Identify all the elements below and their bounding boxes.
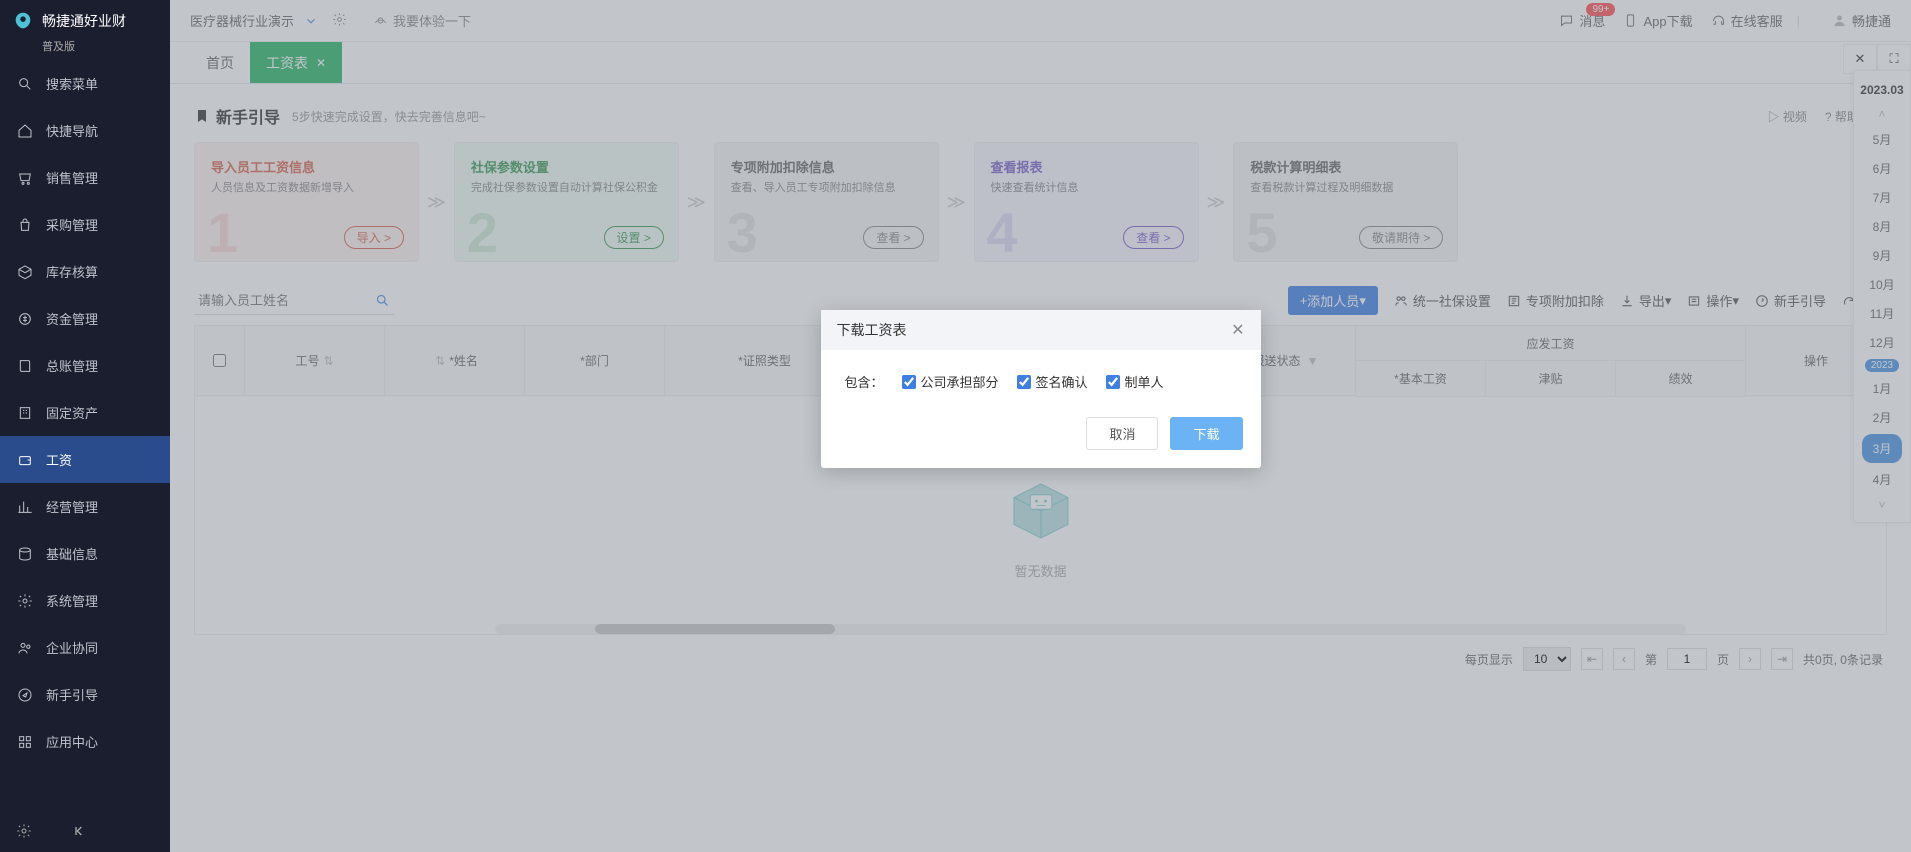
gear-icon [16,592,34,610]
chart-icon [16,498,34,516]
modal-header: 下载工资表 ✕ [821,310,1261,350]
sidebar-item-label: 基础信息 [46,544,98,563]
cancel-button[interactable]: 取消 [1086,417,1158,450]
search-icon [16,75,34,93]
sidebar-item-label: 搜索菜单 [46,74,98,93]
modal-body: 包含： 公司承担部分 签名确认 制单人 [821,350,1261,413]
grid-icon [16,733,34,751]
sidebar-item-search[interactable]: 搜索菜单 [0,60,170,107]
book-icon [16,357,34,375]
sidebar-item-label: 经营管理 [46,497,98,516]
sidebar-item-label: 总账管理 [46,356,98,375]
bag-icon [16,216,34,234]
main: 医疗器械行业演示 我要体验一下 消息 99+ App下载 在线客服 [170,0,1911,852]
sidebar-item-label: 工资 [46,450,72,469]
sidebar-item-assets[interactable]: 固定资产 [0,389,170,436]
checkbox-input[interactable] [1106,375,1120,389]
building-icon [16,404,34,422]
sidebar-item-guide[interactable]: 新手引导 [0,671,170,718]
include-label: 包含： [845,372,884,391]
coin-icon [16,310,34,328]
sidebar-item-label: 销售管理 [46,168,98,187]
brand: 畅捷通好业财 [0,0,170,42]
sidebar-item-operation[interactable]: 经营管理 [0,483,170,530]
sidebar-item-label: 库存核算 [46,262,98,281]
sidebar-item-apps[interactable]: 应用中心 [0,718,170,765]
sidebar-item-sales[interactable]: 销售管理 [0,154,170,201]
sidebar-item-label: 应用中心 [46,732,98,751]
sidebar: 畅捷通好业财 普及版 搜索菜单 快捷导航 销售管理 采购管理 库存核算 资金管理… [0,0,170,852]
users-icon [16,639,34,657]
download-button[interactable]: 下载 [1170,417,1242,450]
sidebar-item-label: 快捷导航 [46,121,98,140]
box-icon [16,263,34,281]
sidebar-item-system[interactable]: 系统管理 [0,577,170,624]
sidebar-item-salary[interactable]: 工资 [0,436,170,483]
sidebar-item-label: 系统管理 [46,591,98,610]
sidebar-item-inventory[interactable]: 库存核算 [0,248,170,295]
sidebar-items: 搜索菜单 快捷导航 销售管理 采购管理 库存核算 资金管理 总账管理 固定资产 … [0,60,170,813]
cart-icon [16,169,34,187]
checkbox-company-part[interactable]: 公司承担部分 [902,372,999,391]
brand-sub: 普及版 [0,38,170,60]
checkbox-input[interactable] [902,375,916,389]
brand-name: 畅捷通好业财 [42,11,126,31]
modal-footer: 取消 下载 [821,413,1261,468]
settings-icon[interactable] [16,823,32,842]
sidebar-item-label: 资金管理 [46,309,98,328]
sidebar-item-ledger[interactable]: 总账管理 [0,342,170,389]
sidebar-item-label: 企业协同 [46,638,98,657]
sidebar-item-base[interactable]: 基础信息 [0,530,170,577]
sidebar-item-quicknav[interactable]: 快捷导航 [0,107,170,154]
compass-icon [16,686,34,704]
checkbox-sign-confirm[interactable]: 签名确认 [1017,372,1088,391]
brand-logo-icon [12,10,34,32]
checkbox-preparer[interactable]: 制单人 [1106,372,1164,391]
sidebar-item-collab[interactable]: 企业协同 [0,624,170,671]
modal-close-icon[interactable]: ✕ [1231,320,1244,340]
sidebar-item-funds[interactable]: 资金管理 [0,295,170,342]
sidebar-item-label: 新手引导 [46,685,98,704]
sidebar-item-label: 固定资产 [46,403,98,422]
sidebar-item-purchase[interactable]: 采购管理 [0,201,170,248]
sidebar-item-label: 采购管理 [46,215,98,234]
modal-overlay: 下载工资表 ✕ 包含： 公司承担部分 签名确认 制单人 取消 下载 [170,0,1911,852]
home-icon [16,122,34,140]
collapse-icon[interactable] [72,823,88,842]
download-modal: 下载工资表 ✕ 包含： 公司承担部分 签名确认 制单人 取消 下载 [821,310,1261,468]
checkbox-input[interactable] [1017,375,1031,389]
wallet-icon [16,451,34,469]
modal-title: 下载工资表 [837,320,1232,340]
database-icon [16,545,34,563]
sidebar-footer [0,813,170,852]
